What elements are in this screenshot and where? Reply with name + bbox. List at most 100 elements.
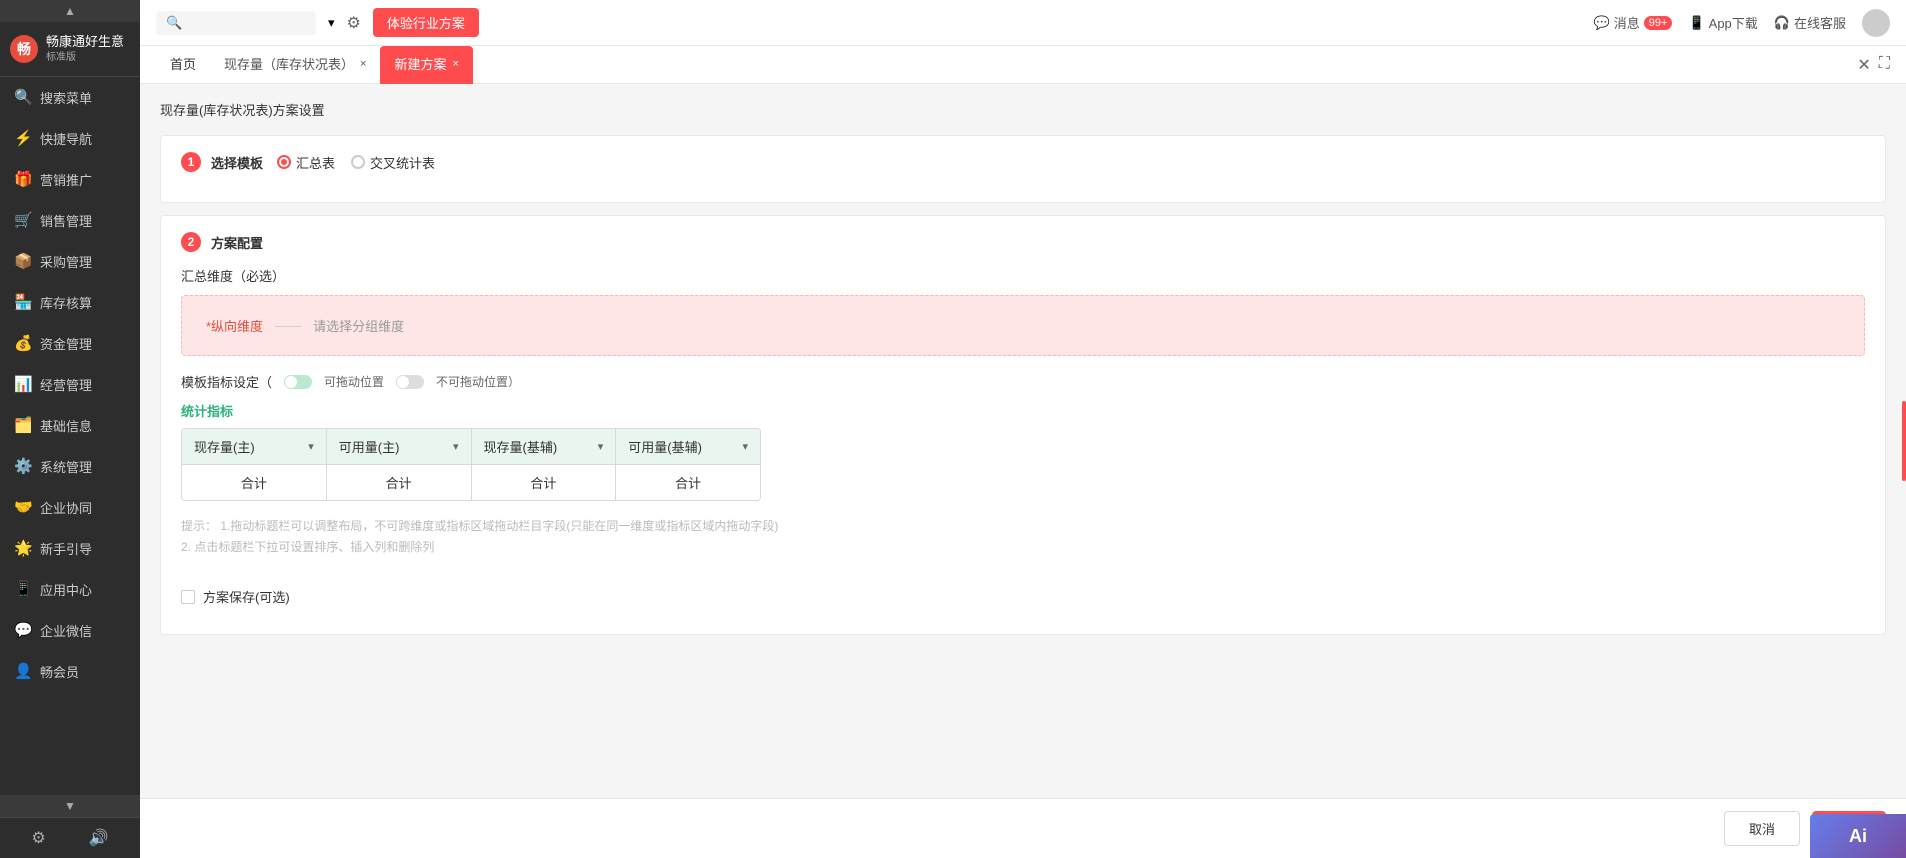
sidebar-item-operations[interactable]: 📊 经营管理 bbox=[0, 364, 140, 405]
sidebar-item-label: 库存核算 bbox=[40, 293, 92, 312]
sidebar-scroll-up[interactable]: ▲ bbox=[0, 0, 140, 22]
stat-col-3-chevron[interactable]: ▾ bbox=[742, 440, 748, 453]
sidebar-item-system[interactable]: ⚙️ 系统管理 bbox=[0, 446, 140, 487]
stat-col-0-header[interactable]: 现存量(主) ▾ bbox=[182, 429, 327, 464]
stat-col-0-label: 现存量(主) bbox=[194, 437, 255, 456]
search-input[interactable] bbox=[188, 16, 288, 30]
topbar-avatar[interactable] bbox=[1862, 9, 1890, 37]
topbar-gear-icon[interactable]: ⚙ bbox=[347, 13, 361, 33]
trial-industry-button[interactable]: 体验行业方案 bbox=[373, 8, 479, 37]
stat-col-2-header[interactable]: 现存量(基辅) ▾ bbox=[472, 429, 617, 464]
sidebar-settings-icon[interactable]: ⚙ bbox=[31, 828, 45, 848]
sidebar-item-contract[interactable]: 🤝 企业协同 bbox=[0, 487, 140, 528]
service-icon: 🎧 bbox=[1774, 15, 1790, 31]
message-icon: 💬 bbox=[1594, 15, 1610, 31]
sidebar-item-wechat[interactable]: 💬 企业微信 bbox=[0, 610, 140, 651]
step2-header: 2 方案配置 bbox=[181, 232, 1865, 252]
stat-col-1-header[interactable]: 可用量(主) ▾ bbox=[327, 429, 472, 464]
finance-icon: 💰 bbox=[14, 334, 32, 352]
message-badge: 99+ bbox=[1644, 16, 1673, 30]
radio-summary-dot bbox=[277, 155, 291, 169]
tabs-bar: 首页 现存量（库存状况表） × 新建方案 × ✕ ⛶ bbox=[140, 46, 1906, 84]
sidebar-item-label: 新手引导 bbox=[40, 539, 92, 558]
sidebar-item-label: 资金管理 bbox=[40, 334, 92, 353]
template-radio-group: 汇总表 交叉统计表 bbox=[277, 153, 435, 172]
sidebar-item-apps[interactable]: 📱 应用中心 bbox=[0, 569, 140, 610]
radio-cross[interactable]: 交叉统计表 bbox=[351, 153, 435, 172]
toggle2-label: 不可拖动位置） bbox=[436, 373, 520, 390]
radio-cross-dot bbox=[351, 155, 365, 169]
new-scheme-tab-label: 新建方案 bbox=[394, 54, 446, 73]
non-draggable-toggle[interactable] bbox=[396, 375, 424, 389]
sidebar-item-shortcuts[interactable]: ⚡ 快捷导航 bbox=[0, 118, 140, 159]
stat-table: 现存量(主) ▾ 可用量(主) ▾ 现存量(基辅) ▾ 可用量(基辅) ▾ bbox=[181, 428, 761, 501]
topbar-service[interactable]: 🎧 在线客服 bbox=[1774, 13, 1846, 32]
draggable-toggle[interactable] bbox=[284, 375, 312, 389]
tab-home[interactable]: 首页 bbox=[156, 46, 210, 84]
dimension-required-box[interactable]: *纵向维度 —— 请选择分组维度 bbox=[181, 295, 1865, 356]
tab-expand-icon[interactable]: ⛶ bbox=[1879, 55, 1890, 75]
footer-bar: 取消 查询 bbox=[140, 798, 1906, 858]
sidebar-item-basic[interactable]: 🗂️ 基础信息 bbox=[0, 405, 140, 446]
topbar-message[interactable]: 💬 消息 99+ bbox=[1594, 13, 1673, 32]
stat-table-header: 现存量(主) ▾ 可用量(主) ▾ 现存量(基辅) ▾ 可用量(基辅) ▾ bbox=[182, 429, 760, 464]
sidebar-item-member[interactable]: 👤 畅会员 bbox=[0, 651, 140, 692]
topbar: 🔍 ▾ ⚙ 体验行业方案 💬 消息 99+ 📱 App下载 🎧 在线客服 bbox=[140, 0, 1906, 46]
search-icon: 🔍 bbox=[166, 15, 182, 31]
sidebar-logo: 畅 畅康通好生意 标准版 bbox=[0, 22, 140, 77]
sidebar-logo-icon: 畅 bbox=[10, 35, 38, 63]
sidebar-item-label: 企业协同 bbox=[40, 498, 92, 517]
save-scheme-checkbox[interactable] bbox=[181, 590, 195, 604]
sidebar-scroll-down[interactable]: ▼ bbox=[0, 795, 140, 817]
sidebar-item-search[interactable]: 🔍 搜索菜单 bbox=[0, 77, 140, 118]
sidebar-item-marketing[interactable]: 🎁 营销推广 bbox=[0, 159, 140, 200]
radio-summary-label: 汇总表 bbox=[296, 153, 335, 172]
stat-col-2-chevron[interactable]: ▾ bbox=[598, 440, 604, 453]
topbar-search-box[interactable]: 🔍 bbox=[156, 11, 316, 35]
stat-col-0-chevron[interactable]: ▾ bbox=[308, 440, 314, 453]
sidebar-item-label: 搜索菜单 bbox=[40, 88, 92, 107]
inventory-icon: 🏪 bbox=[14, 293, 32, 311]
sidebar-item-purchase[interactable]: 📦 采购管理 bbox=[0, 241, 140, 282]
tab-new-scheme[interactable]: 新建方案 × bbox=[380, 46, 472, 84]
inventory-tab-close[interactable]: × bbox=[360, 58, 366, 70]
member-icon: 👤 bbox=[14, 662, 32, 680]
sidebar-item-label: 经营管理 bbox=[40, 375, 92, 394]
stat-col-3-header[interactable]: 可用量(基辅) ▾ bbox=[616, 429, 760, 464]
sidebar-item-inventory[interactable]: 🏪 库存核算 bbox=[0, 282, 140, 323]
cancel-button[interactable]: 取消 bbox=[1724, 811, 1800, 846]
sidebar-item-finance[interactable]: 💰 资金管理 bbox=[0, 323, 140, 364]
purchase-icon: 📦 bbox=[14, 252, 32, 270]
stat-col-1-chevron[interactable]: ▾ bbox=[453, 440, 459, 453]
dimension-label: 汇总维度（必选） bbox=[181, 266, 1865, 285]
tab-inventory-status[interactable]: 现存量（库存状况表） × bbox=[210, 46, 380, 84]
stat-col-2-value: 合计 bbox=[472, 464, 617, 500]
new-scheme-tab-close[interactable]: × bbox=[452, 58, 458, 70]
page-title: 现存量(库存状况表)方案设置 bbox=[160, 100, 1886, 119]
sidebar-item-label: 快捷导航 bbox=[40, 129, 92, 148]
tabs-right-icons: ✕ ⛶ bbox=[1857, 55, 1890, 75]
step1-header: 1 选择模板 汇总表 交叉统计表 bbox=[181, 152, 1865, 172]
scroll-indicator bbox=[1902, 401, 1906, 481]
sidebar-item-label: 基础信息 bbox=[40, 416, 92, 435]
sidebar-item-newbie[interactable]: 🌟 新手引导 bbox=[0, 528, 140, 569]
sales-icon: 🛒 bbox=[14, 211, 32, 229]
app-icon: 📱 bbox=[1688, 15, 1704, 31]
sidebar-item-sales[interactable]: 🛒 销售管理 bbox=[0, 200, 140, 241]
shortcuts-icon: ⚡ bbox=[14, 129, 32, 147]
step1-block: 1 选择模板 汇总表 交叉统计表 bbox=[160, 135, 1886, 203]
ai-fab-button[interactable]: Ai bbox=[1810, 814, 1906, 858]
sidebar-item-label: 畅会员 bbox=[40, 662, 79, 681]
sidebar-bottom: ⚙ 🔊 bbox=[0, 817, 140, 858]
topbar-chevron-icon[interactable]: ▾ bbox=[328, 15, 335, 31]
tab-close-icon[interactable]: ✕ bbox=[1857, 55, 1870, 75]
tips-line2: 2. 点击标题栏下拉可设置排序、插入列和删除列 bbox=[181, 538, 1865, 555]
radio-summary[interactable]: 汇总表 bbox=[277, 153, 335, 172]
step2-number: 2 bbox=[181, 232, 201, 252]
topbar-app-download[interactable]: 📱 App下载 bbox=[1688, 13, 1757, 32]
step1-title: 选择模板 bbox=[211, 153, 263, 172]
sidebar-audio-icon[interactable]: 🔊 bbox=[89, 828, 109, 848]
stat-col-1-value: 合计 bbox=[327, 464, 472, 500]
radio-cross-label: 交叉统计表 bbox=[370, 153, 435, 172]
step1-number: 1 bbox=[181, 152, 201, 172]
